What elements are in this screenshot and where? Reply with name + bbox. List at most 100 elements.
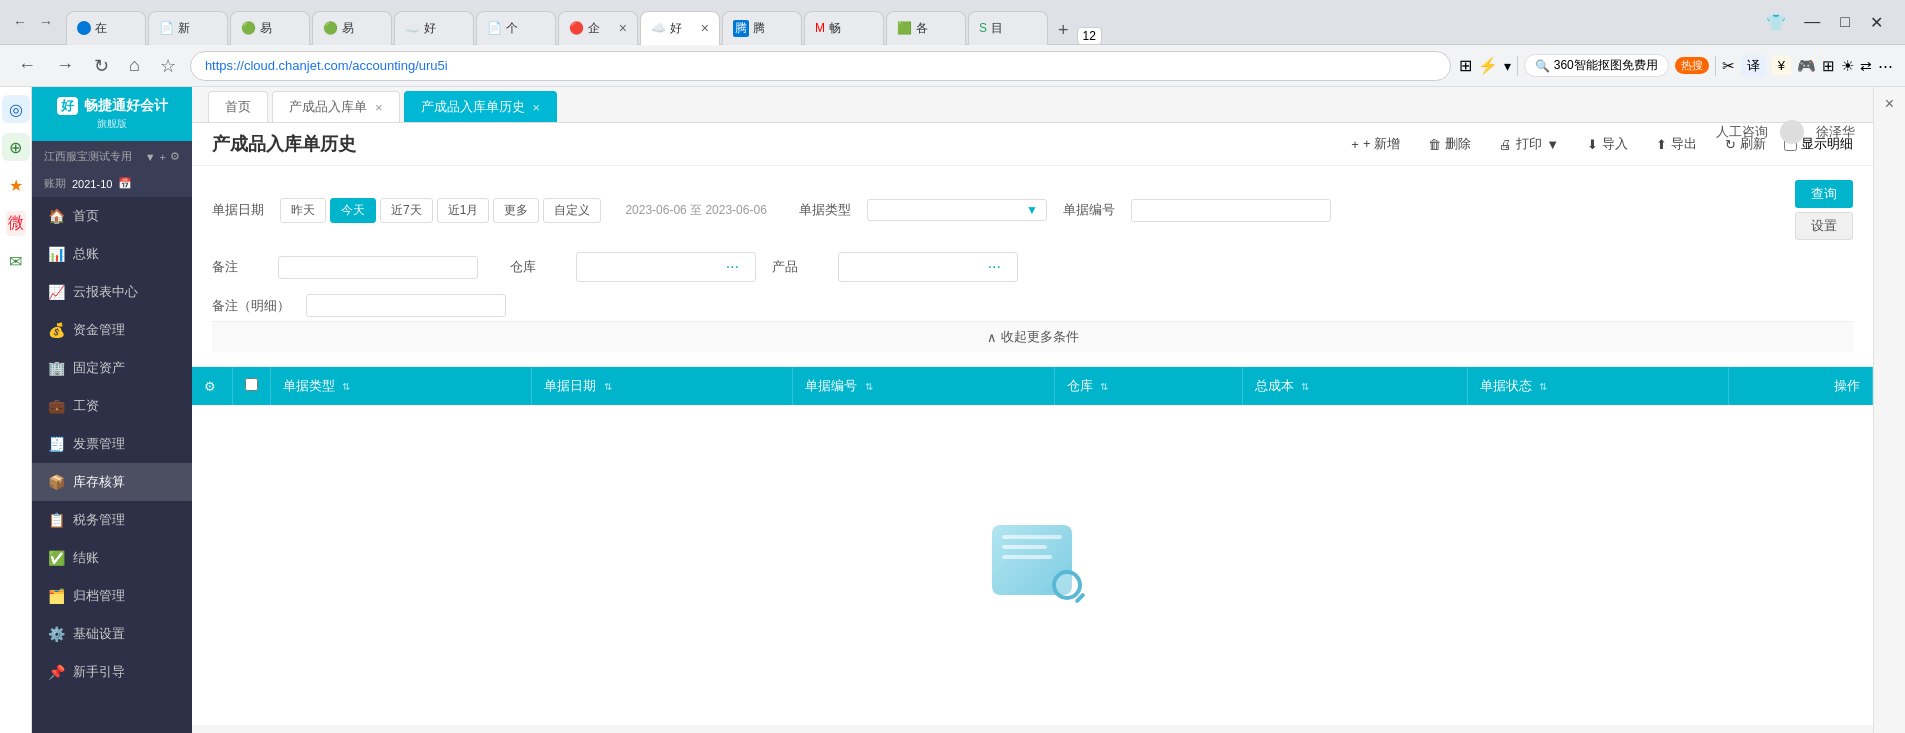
date-filter-buttons: 昨天 今天 近7天 近1月 更多 自定义 bbox=[280, 198, 601, 223]
forward-btn[interactable]: → bbox=[34, 12, 58, 32]
maximize-button[interactable]: □ bbox=[1834, 11, 1856, 33]
th-type[interactable]: 单据类型 ⇅ bbox=[270, 367, 531, 405]
number-filter-input[interactable] bbox=[1131, 199, 1331, 222]
minimize-button[interactable]: — bbox=[1798, 11, 1826, 33]
quick-icon-compass[interactable]: ◎ bbox=[2, 95, 30, 123]
import-button[interactable]: ⬇ 导入 bbox=[1577, 131, 1638, 157]
calendar-icon[interactable]: 📅 bbox=[118, 177, 132, 190]
th-status[interactable]: 单据状态 ⇅ bbox=[1467, 367, 1728, 405]
remark-filter-input[interactable] bbox=[278, 256, 478, 279]
sidebar-item-funds[interactable]: 💰 资金管理 bbox=[32, 311, 192, 349]
nav-back-button[interactable]: ← bbox=[12, 51, 42, 80]
page-tab-history-close-icon[interactable]: × bbox=[533, 100, 541, 115]
date-btn-custom[interactable]: 自定义 bbox=[543, 198, 601, 223]
quick-icon-email[interactable]: ✉ bbox=[2, 247, 30, 275]
browser-tab-8[interactable]: ☁️ 好 × bbox=[640, 11, 720, 45]
lightning-icon[interactable]: ⚡ bbox=[1478, 56, 1498, 75]
sidebar-item-basic-settings[interactable]: ⚙️ 基础设置 bbox=[32, 615, 192, 653]
sidebar-item-inventory[interactable]: 📦 库存核算 bbox=[32, 463, 192, 501]
quick-icon-star[interactable]: ★ bbox=[2, 171, 30, 199]
settings-company-icon[interactable]: ⚙ bbox=[170, 150, 180, 163]
close-button[interactable]: ✕ bbox=[1864, 11, 1889, 34]
sidebar-item-tax[interactable]: 📋 税务管理 bbox=[32, 501, 192, 539]
extensions-icon[interactable]: ⊞ bbox=[1459, 56, 1472, 75]
th-checkbox[interactable] bbox=[232, 367, 270, 405]
nav-refresh-button[interactable]: ↻ bbox=[88, 51, 115, 81]
company-selector[interactable]: 江西服宝测试专用 ▼ + ⚙ bbox=[32, 141, 192, 172]
sidebar-item-home[interactable]: 🏠 首页 bbox=[32, 197, 192, 235]
right-panel-close-icon[interactable]: × bbox=[1885, 95, 1894, 113]
browser-tab-7[interactable]: 🔴 企 × bbox=[558, 11, 638, 45]
table-header: ⚙ 单据类型 ⇅ 单据日期 ⇅ bbox=[192, 367, 1873, 405]
user-service-label[interactable]: 人工咨询 bbox=[1716, 123, 1768, 141]
nav-forward-button[interactable]: → bbox=[50, 51, 80, 80]
browser-tab-3[interactable]: 🟢 易 bbox=[230, 11, 310, 45]
filter-settings-button[interactable]: 设置 bbox=[1795, 212, 1853, 240]
browser-tab-12[interactable]: S 目 bbox=[968, 11, 1048, 45]
print-button[interactable]: 🖨 打印 ▼ bbox=[1489, 131, 1569, 157]
quick-icon-app[interactable]: ⊕ bbox=[2, 133, 30, 161]
translate-icon[interactable]: 译 bbox=[1741, 55, 1766, 77]
sidebar-item-fixed-assets[interactable]: 🏢 固定资产 bbox=[32, 349, 192, 387]
sidebar-item-guide[interactable]: 📌 新手引导 bbox=[32, 653, 192, 691]
nav-bookmark-button[interactable]: ☆ bbox=[154, 51, 182, 81]
browser-tab-5[interactable]: ☁️ 好 bbox=[394, 11, 474, 45]
dropdown-icon[interactable]: ▾ bbox=[1504, 58, 1511, 74]
page-tab-list-close-icon[interactable]: × bbox=[375, 100, 383, 115]
date-btn-7days[interactable]: 近7天 bbox=[380, 198, 433, 223]
date-btn-yesterday[interactable]: 昨天 bbox=[280, 198, 326, 223]
th-settings[interactable]: ⚙ bbox=[192, 367, 232, 405]
browser-tab-1[interactable]: 在 bbox=[66, 11, 146, 45]
delete-button[interactable]: 🗑 删除 bbox=[1418, 131, 1481, 157]
th-total-cost[interactable]: 总成本 ⇅ bbox=[1242, 367, 1467, 405]
warehouse-filter-select[interactable]: ··· bbox=[576, 252, 756, 282]
browser-tab-4[interactable]: 🟢 易 bbox=[312, 11, 392, 45]
product-filter-select[interactable]: ··· bbox=[838, 252, 1018, 282]
date-btn-today[interactable]: 今天 bbox=[330, 198, 376, 223]
collapse-button[interactable]: ∧ 收起更多条件 bbox=[987, 328, 1079, 346]
scissors-icon[interactable]: ✂ bbox=[1722, 57, 1735, 75]
type-filter-select[interactable]: ▼ bbox=[867, 199, 1047, 221]
shirt-icon[interactable]: 👕 bbox=[1766, 13, 1786, 32]
back-btn[interactable]: ← bbox=[8, 12, 32, 32]
brightness-icon[interactable]: ☀ bbox=[1841, 57, 1854, 75]
th-warehouse[interactable]: 仓库 ⇅ bbox=[1054, 367, 1242, 405]
tab-7-close-icon[interactable]: × bbox=[619, 20, 627, 36]
inventory-icon: 📦 bbox=[48, 474, 65, 490]
query-button[interactable]: 查询 bbox=[1795, 180, 1853, 208]
add-company-icon[interactable]: + bbox=[160, 151, 166, 163]
settings-icon[interactable]: ⋯ bbox=[1878, 57, 1893, 75]
sidebar-item-invoice[interactable]: 🧾 发票管理 bbox=[32, 425, 192, 463]
browser-tab-9[interactable]: 腾 腾 bbox=[722, 11, 802, 45]
sidebar-item-archive[interactable]: 🗂️ 归档管理 bbox=[32, 577, 192, 615]
new-button[interactable]: + + 新增 bbox=[1341, 131, 1410, 157]
select-all-checkbox[interactable] bbox=[245, 378, 258, 391]
quick-icon-weibo[interactable]: 微 bbox=[2, 209, 30, 237]
th-date[interactable]: 单据日期 ⇅ bbox=[531, 367, 792, 405]
date-btn-1month[interactable]: 近1月 bbox=[437, 198, 490, 223]
browser-tab-2[interactable]: 📄 新 bbox=[148, 11, 228, 45]
sidebar-item-payroll[interactable]: 💼 工资 bbox=[32, 387, 192, 425]
browser-tab-11[interactable]: 🟩 各 bbox=[886, 11, 966, 45]
sidebar-item-reports[interactable]: 📈 云报表中心 bbox=[32, 273, 192, 311]
username: 徐泽华 bbox=[1816, 123, 1855, 141]
nav-home-button[interactable]: ⌂ bbox=[123, 51, 146, 80]
date-btn-more[interactable]: 更多 bbox=[493, 198, 539, 223]
game-icon[interactable]: 🎮 bbox=[1797, 57, 1816, 75]
th-number[interactable]: 单据编号 ⇅ bbox=[793, 367, 1054, 405]
sidebar-item-ledger[interactable]: 📊 总账 bbox=[32, 235, 192, 273]
page-tab-history[interactable]: 产成品入库单历史 × bbox=[404, 91, 558, 122]
breadcrumb-home[interactable]: 首页 bbox=[208, 91, 268, 122]
sidebar-item-settlement[interactable]: ✅ 结账 bbox=[32, 539, 192, 577]
tab-8-close-icon[interactable]: × bbox=[701, 20, 709, 36]
detail-remark-filter-input[interactable] bbox=[306, 294, 506, 317]
grid-icon[interactable]: ⊞ bbox=[1822, 57, 1835, 75]
new-tab-button[interactable]: + bbox=[1050, 16, 1077, 45]
export-button[interactable]: ⬆ 导出 bbox=[1646, 131, 1707, 157]
page-tab-list[interactable]: 产成品入库单 × bbox=[272, 91, 400, 122]
browser-tab-10[interactable]: M 畅 bbox=[804, 11, 884, 45]
address-input[interactable] bbox=[190, 51, 1451, 81]
browser-tab-6[interactable]: 📄 个 bbox=[476, 11, 556, 45]
yuan-icon[interactable]: ¥ bbox=[1772, 56, 1791, 75]
sync-icon[interactable]: ⇄ bbox=[1860, 58, 1872, 74]
